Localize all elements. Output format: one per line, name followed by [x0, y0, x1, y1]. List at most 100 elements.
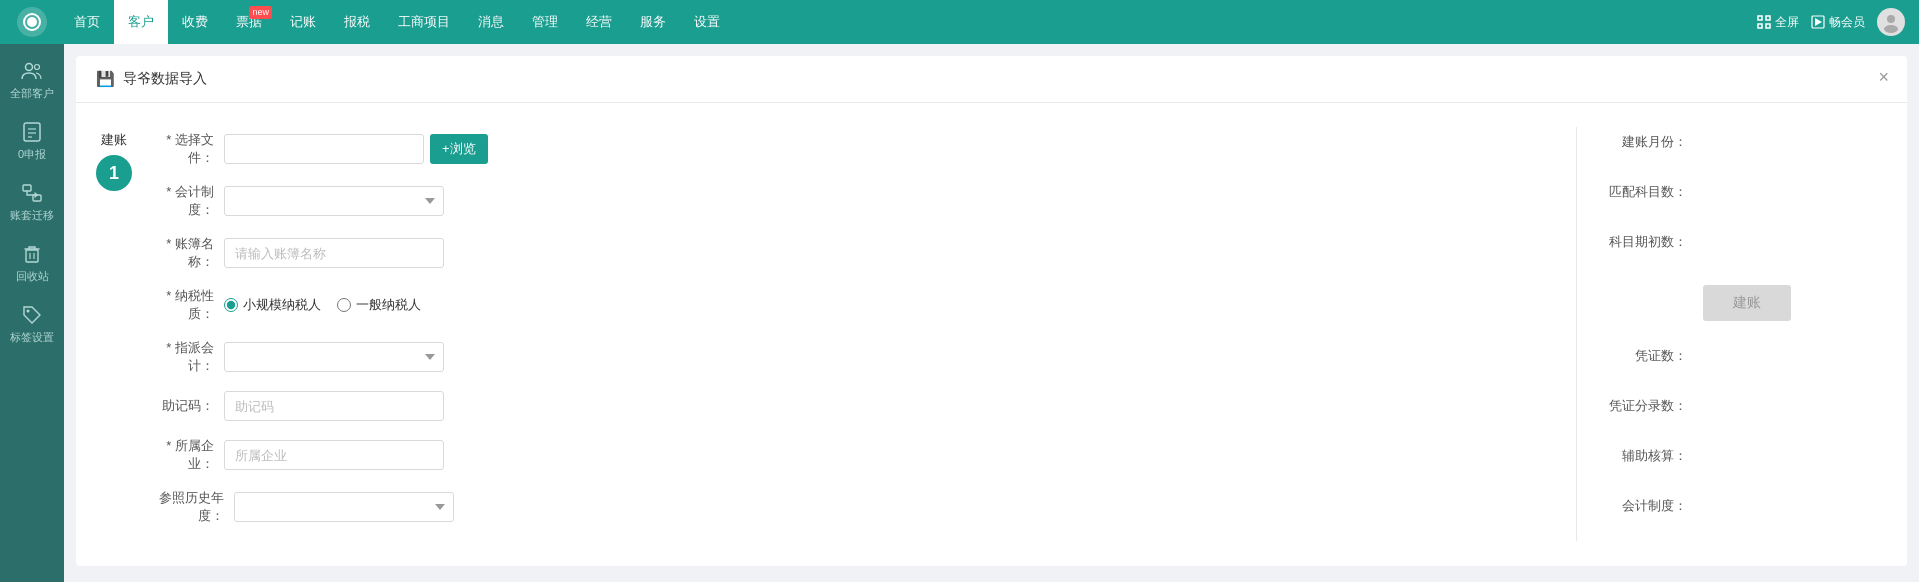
- auxiliary-label: 辅助核算：: [1607, 447, 1697, 465]
- nav-item-service[interactable]: 服务: [626, 0, 680, 44]
- tax-general-radio[interactable]: 一般纳税人: [337, 296, 421, 314]
- svg-rect-0: [1758, 16, 1762, 20]
- svg-rect-2: [1758, 24, 1762, 28]
- fullscreen-icon: [1757, 15, 1771, 29]
- memo-code-label: 助记码：: [144, 397, 224, 415]
- sidebar: 全部客户 0申报 账套迁移: [0, 44, 64, 582]
- info-accounting-system-label: 会计制度：: [1607, 497, 1697, 515]
- nav-item-home[interactable]: 首页: [60, 0, 114, 44]
- match-subjects-label: 匹配科目数：: [1607, 183, 1697, 201]
- browse-button[interactable]: +浏览: [430, 134, 488, 164]
- form-row-tax-type: * 纳税性质： 小规模纳税人 一般纳税人: [144, 287, 488, 323]
- tax-small-radio[interactable]: 小规模纳税人: [224, 296, 321, 314]
- tax-general-label: 一般纳税人: [356, 296, 421, 314]
- memo-code-input[interactable]: [224, 391, 444, 421]
- form-row-memo-code: 助记码：: [144, 391, 488, 421]
- import-icon: 💾: [96, 70, 115, 88]
- svg-rect-3: [1766, 24, 1770, 28]
- sidebar-item-tags[interactable]: 标签设置: [4, 296, 60, 353]
- tax-type-radio-group: 小规模纳税人 一般纳税人: [224, 296, 421, 314]
- member-label: 畅会员: [1829, 14, 1865, 31]
- user-avatar-icon: [1880, 11, 1902, 33]
- step-label: 建账: [101, 131, 127, 149]
- info-row-period-init: 科目期初数：: [1607, 227, 1887, 257]
- history-year-label: 参照历史年度：: [144, 489, 234, 525]
- accounting-system-label: * 会计制度：: [144, 183, 224, 219]
- info-row-match-subjects: 匹配科目数：: [1607, 177, 1887, 207]
- nav-item-manage[interactable]: 管理: [518, 0, 572, 44]
- info-row-create-month: 建账月份：: [1607, 127, 1887, 157]
- form-row-company: * 所属企业：: [144, 437, 488, 473]
- panel-header: 💾 导爷数据导入 ×: [76, 56, 1907, 103]
- section-divider: [1576, 127, 1577, 541]
- history-year-select[interactable]: [234, 492, 454, 522]
- svg-point-7: [1884, 25, 1898, 33]
- info-row-voucher-entries: 凭证分录数：: [1607, 391, 1887, 421]
- ledger-name-label: * 账簿名称：: [144, 235, 224, 271]
- nav-item-tax[interactable]: 报税: [330, 0, 384, 44]
- accounting-system-select[interactable]: [224, 186, 444, 216]
- create-month-label: 建账月份：: [1607, 133, 1697, 151]
- users-icon: [21, 60, 43, 82]
- avatar[interactable]: [1877, 8, 1905, 36]
- sidebar-item-tags-label: 标签设置: [10, 330, 54, 345]
- create-button-wrap: 建账: [1607, 277, 1887, 321]
- sidebar-item-zero-report-label: 0申报: [18, 147, 46, 162]
- svg-point-6: [1887, 15, 1895, 23]
- step-circle: 1: [96, 155, 132, 191]
- svg-rect-16: [26, 250, 38, 262]
- app-logo: [10, 0, 54, 44]
- nav-item-settings[interactable]: 设置: [680, 0, 734, 44]
- content-area: 💾 导爷数据导入 × 建账 1: [64, 44, 1919, 582]
- main-layout: 全部客户 0申报 账套迁移: [0, 44, 1919, 582]
- create-account-button[interactable]: 建账: [1703, 285, 1791, 321]
- nav-item-bookkeeping[interactable]: 记账: [276, 0, 330, 44]
- panel: 💾 导爷数据导入 × 建账 1: [76, 56, 1907, 566]
- form-section: 建账 1 * 选择文件： +浏览: [96, 127, 1546, 541]
- form-row-accountant: * 指派会计：: [144, 339, 488, 375]
- panel-title: 导爷数据导入: [123, 70, 207, 88]
- nav-items: 首页 客户 收费 票据 new 记账 报税 工商项目 消息 管理 经营 服务 设…: [60, 0, 1757, 44]
- nav-item-billing[interactable]: 收费: [168, 0, 222, 44]
- nav-item-messages[interactable]: 消息: [464, 0, 518, 44]
- member-button[interactable]: 畅会员: [1811, 14, 1865, 31]
- tax-small-label: 小规模纳税人: [243, 296, 321, 314]
- accountant-label: * 指派会计：: [144, 339, 224, 375]
- form-container: * 选择文件： +浏览 * 会计制度：: [144, 131, 488, 541]
- nav-item-operations[interactable]: 经营: [572, 0, 626, 44]
- accountant-select[interactable]: [224, 342, 444, 372]
- sidebar-item-trash[interactable]: 回收站: [4, 235, 60, 292]
- file-label: * 选择文件：: [144, 131, 224, 167]
- sidebar-item-all-clients[interactable]: 全部客户: [4, 52, 60, 109]
- close-button[interactable]: ×: [1878, 68, 1889, 86]
- nav-item-business[interactable]: 工商项目: [384, 0, 464, 44]
- play-icon: [1811, 15, 1825, 29]
- form-row-file: * 选择文件： +浏览: [144, 131, 488, 167]
- company-input[interactable]: [224, 440, 444, 470]
- info-row-auxiliary: 辅助核算：: [1607, 441, 1887, 471]
- info-row-voucher: 凭证数：: [1607, 341, 1887, 371]
- voucher-entries-label: 凭证分录数：: [1607, 397, 1697, 415]
- form-row-accounting-system: * 会计制度：: [144, 183, 488, 219]
- nav-item-clients[interactable]: 客户: [114, 0, 168, 44]
- file-input-wrap: +浏览: [224, 134, 488, 164]
- nav-item-invoices[interactable]: 票据 new: [222, 0, 276, 44]
- svg-rect-14: [23, 185, 31, 191]
- sidebar-item-zero-report[interactable]: 0申报: [4, 113, 60, 170]
- svg-point-9: [35, 65, 40, 70]
- top-navigation: 首页 客户 收费 票据 new 记账 报税 工商项目 消息 管理 经营 服务 设…: [0, 0, 1919, 44]
- new-badge: new: [249, 6, 272, 19]
- voucher-label: 凭证数：: [1607, 347, 1697, 365]
- trash-icon: [21, 243, 43, 265]
- report-icon: [21, 121, 43, 143]
- svg-marker-5: [1815, 18, 1822, 26]
- file-input[interactable]: [224, 134, 424, 164]
- fullscreen-button[interactable]: 全屏: [1757, 14, 1799, 31]
- sidebar-item-migrate[interactable]: 账套迁移: [4, 174, 60, 231]
- tag-icon: [21, 304, 43, 326]
- ledger-name-input[interactable]: [224, 238, 444, 268]
- period-init-label: 科目期初数：: [1607, 233, 1697, 251]
- svg-point-19: [27, 310, 30, 313]
- sidebar-item-migrate-label: 账套迁移: [10, 208, 54, 223]
- company-label: * 所属企业：: [144, 437, 224, 473]
